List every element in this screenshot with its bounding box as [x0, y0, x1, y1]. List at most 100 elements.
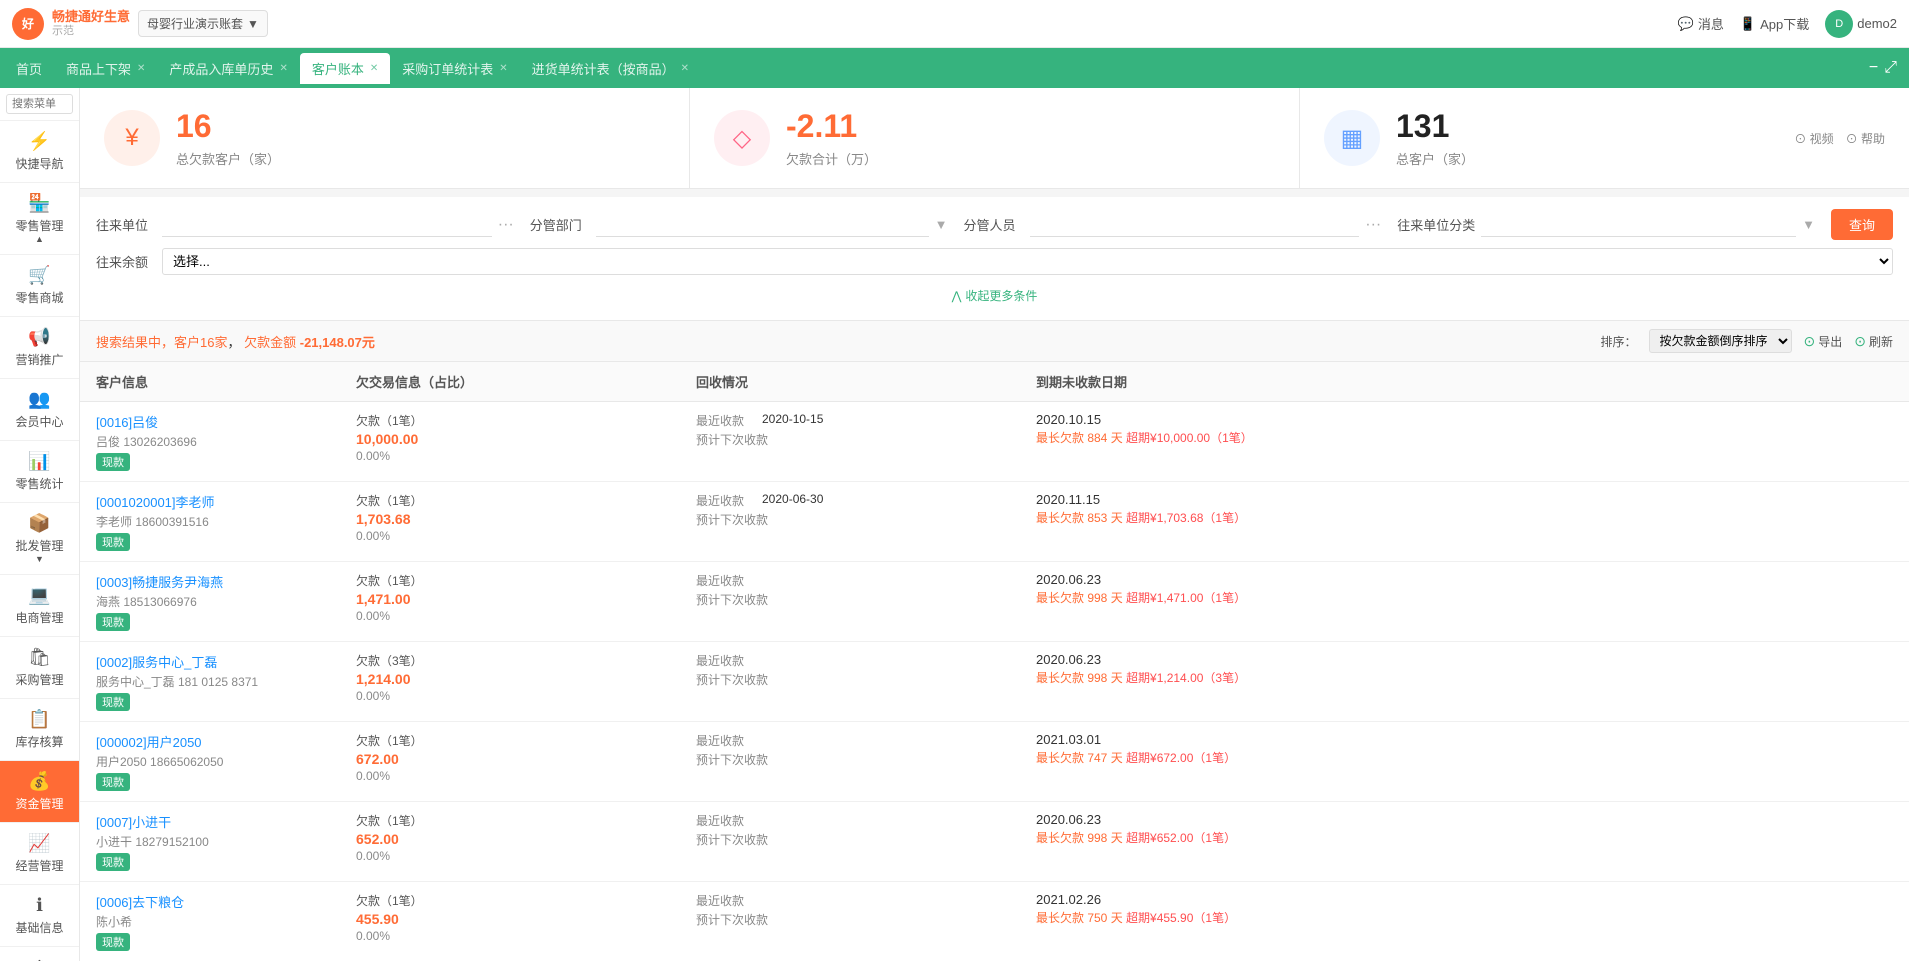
overdue-link-6[interactable]: 超期¥652.00（1笔）	[1126, 831, 1236, 845]
customer-name-1[interactable]: [0016]吕俊	[96, 412, 356, 431]
filter-supplier-label: 往来单位	[96, 215, 156, 234]
message-button[interactable]: 💬 消息	[1678, 14, 1724, 33]
overdue-link-7[interactable]: 超期¥455.90（1笔）	[1126, 911, 1236, 925]
sidebar-item-system[interactable]: ⚙ 系统管理	[0, 947, 79, 961]
supplier-input[interactable]	[162, 213, 492, 237]
supplier-more-icon[interactable]: ···	[498, 216, 514, 234]
overdue-link-2[interactable]: 超期¥1,703.68（1笔）	[1126, 511, 1246, 525]
overdue-link-5[interactable]: 超期¥672.00（1笔）	[1126, 751, 1236, 765]
overdue-link-1[interactable]: 超期¥10,000.00（1笔）	[1126, 431, 1253, 445]
customer-name-6[interactable]: [0007]小进干	[96, 812, 356, 831]
tab-stock-stats[interactable]: 进货单统计表（按商品） ✕	[520, 53, 701, 84]
stat-card-debt-customers: ¥ 16 总欠款客户（家）	[80, 88, 690, 188]
close-icon[interactable]: ✕	[681, 63, 689, 74]
sidebar-search-input[interactable]	[6, 94, 73, 114]
close-icon[interactable]: ✕	[137, 63, 145, 74]
table-row: [0007]小进干 小进干 18279152100 现款 欠款（1笔） 652.…	[80, 802, 1909, 882]
overdue-link-4[interactable]: 超期¥1,214.00（3笔）	[1126, 671, 1246, 685]
customer-badge-2: 现款	[96, 533, 130, 551]
sidebar-item-retail-mgmt[interactable]: 🏪 零售管理 ▲	[0, 183, 79, 255]
tab-customer-account[interactable]: 客户账本 ✕	[300, 53, 390, 84]
debt-percent-6: 0.00%	[356, 849, 696, 863]
debt-amount-5[interactable]: 672.00	[356, 751, 696, 767]
customer-phone-5: 用户2050 18665062050	[96, 753, 356, 770]
dept-dropdown-icon[interactable]: ▼	[935, 217, 948, 232]
stat-card-actions: ⊙ 视频 ⊙ 帮助	[1794, 130, 1885, 147]
export-button[interactable]: ⊙ 导出	[1804, 333, 1843, 350]
user-profile[interactable]: D demo2	[1825, 10, 1897, 38]
person-input[interactable]	[1030, 213, 1360, 237]
col-header-recovery: 回收情况	[696, 372, 1036, 391]
result-amount-label: 欠款金额	[244, 335, 296, 350]
date-info-4: 2020.06.23 最长欠款 998 天 超期¥1,214.00（3笔）	[1036, 652, 1893, 686]
next-recovery-label-2: 预计下次收款	[696, 511, 768, 528]
next-recovery-row-6: 预计下次收款	[696, 831, 1036, 848]
next-recovery-row-7: 预计下次收款	[696, 911, 1036, 928]
customer-badge-7: 现款	[96, 933, 130, 951]
sidebar-item-label: 库存核算	[15, 733, 63, 750]
sidebar-item-inventory[interactable]: 📋 库存核算	[0, 699, 79, 761]
company-selector[interactable]: 母婴行业演示账套 ▼	[138, 10, 268, 37]
tabs-maximize-icon[interactable]: ⤢	[1884, 59, 1897, 77]
debt-percent-1: 0.00%	[356, 449, 696, 463]
sidebar-item-member-center[interactable]: 👥 会员中心	[0, 379, 79, 441]
debt-amount-1[interactable]: 10,000.00	[356, 431, 696, 447]
sort-select[interactable]: 按欠款金额倒序排序 按欠款金额升序排序	[1649, 329, 1792, 353]
retail-mgmt-icon: 🏪	[28, 193, 50, 214]
refresh-label: 刷新	[1869, 333, 1893, 350]
close-icon[interactable]: ✕	[499, 63, 507, 74]
app-download-button[interactable]: 📱 App下载	[1740, 14, 1809, 33]
customer-name-3[interactable]: [0003]畅捷服务尹海燕	[96, 572, 356, 591]
sidebar-item-basic-info[interactable]: ℹ 基础信息	[0, 885, 79, 947]
debt-percent-3: 0.00%	[356, 609, 696, 623]
tabs-minimize-icon[interactable]: −	[1869, 59, 1878, 77]
debt-amount-7[interactable]: 455.90	[356, 911, 696, 927]
overdue-link-3[interactable]: 超期¥1,471.00（1笔）	[1126, 591, 1246, 605]
recovery-info-2: 最近收款 2020-06-30 预计下次收款	[696, 492, 1036, 530]
sidebar-item-operations[interactable]: 📈 经营管理	[0, 823, 79, 885]
close-icon[interactable]: ✕	[370, 63, 378, 74]
overdue-info-2: 最长欠款 853 天 超期¥1,703.68（1笔）	[1036, 509, 1893, 526]
collapse-button[interactable]: ⋀ 收起更多条件	[96, 283, 1893, 308]
customer-name-5[interactable]: [000002]用户2050	[96, 732, 356, 751]
tab-home[interactable]: 首页	[4, 53, 54, 84]
refresh-button[interactable]: ⊙ 刷新	[1854, 333, 1893, 350]
sidebar-item-retail-mall[interactable]: 🛒 零售商城	[0, 255, 79, 317]
date-main-3: 2020.06.23	[1036, 572, 1893, 587]
customer-info-1: [0016]吕俊 吕俊 13026203696 现款	[96, 412, 356, 471]
debt-amount-6[interactable]: 652.00	[356, 831, 696, 847]
person-more-icon[interactable]: ···	[1365, 216, 1381, 234]
sidebar-item-retail-stats[interactable]: 📊 零售统计	[0, 441, 79, 503]
overdue-info-1: 最长欠款 884 天 超期¥10,000.00（1笔）	[1036, 429, 1893, 446]
sidebar-item-wholesale-mgmt[interactable]: 📦 批发管理 ▼	[0, 503, 79, 575]
balance-select[interactable]: 选择... 有欠款 全部	[162, 248, 1893, 275]
marketing-icon: 📢	[28, 327, 50, 348]
sidebar-item-label: 电商管理	[15, 609, 63, 626]
sidebar-item-quick-nav[interactable]: ⚡ 快捷导航	[0, 121, 79, 183]
query-button[interactable]: 查询	[1831, 209, 1893, 240]
finance-icon: 💰	[28, 771, 50, 792]
customer-name-4[interactable]: [0002]服务中心_丁磊	[96, 652, 356, 671]
help-button[interactable]: ⊙ 帮助	[1846, 130, 1885, 147]
tab-purchase-order-stats[interactable]: 采购订单统计表 ✕	[390, 53, 519, 84]
overdue-info-7: 最长欠款 750 天 超期¥455.90（1笔）	[1036, 909, 1893, 926]
video-button[interactable]: ⊙ 视频	[1794, 130, 1833, 147]
customer-name-2[interactable]: [0001020001]李老师	[96, 492, 356, 511]
tab-product-listing[interactable]: 商品上下架 ✕	[54, 53, 157, 84]
overdue-info-6: 最长欠款 998 天 超期¥652.00（1笔）	[1036, 829, 1893, 846]
stat-icon-total-debt: ◇	[714, 110, 770, 166]
category-input[interactable]	[1481, 213, 1796, 237]
close-icon[interactable]: ✕	[279, 63, 287, 74]
debt-amount-2[interactable]: 1,703.68	[356, 511, 696, 527]
sidebar-item-finance[interactable]: 💰 资金管理	[0, 761, 79, 823]
sidebar-item-label: 零售管理	[15, 217, 63, 234]
customer-name-7[interactable]: [0006]去下粮仓	[96, 892, 356, 911]
sidebar-item-ecommerce[interactable]: 💻 电商管理	[0, 575, 79, 637]
tab-production-history[interactable]: 产成品入库单历史 ✕	[157, 53, 299, 84]
debt-amount-4[interactable]: 1,214.00	[356, 671, 696, 687]
debt-amount-3[interactable]: 1,471.00	[356, 591, 696, 607]
category-dropdown-icon[interactable]: ▼	[1802, 217, 1815, 232]
sidebar-item-purchase[interactable]: 🛍 采购管理	[0, 637, 79, 699]
sidebar-item-marketing[interactable]: 📢 营销推广	[0, 317, 79, 379]
dept-input[interactable]	[596, 213, 929, 237]
